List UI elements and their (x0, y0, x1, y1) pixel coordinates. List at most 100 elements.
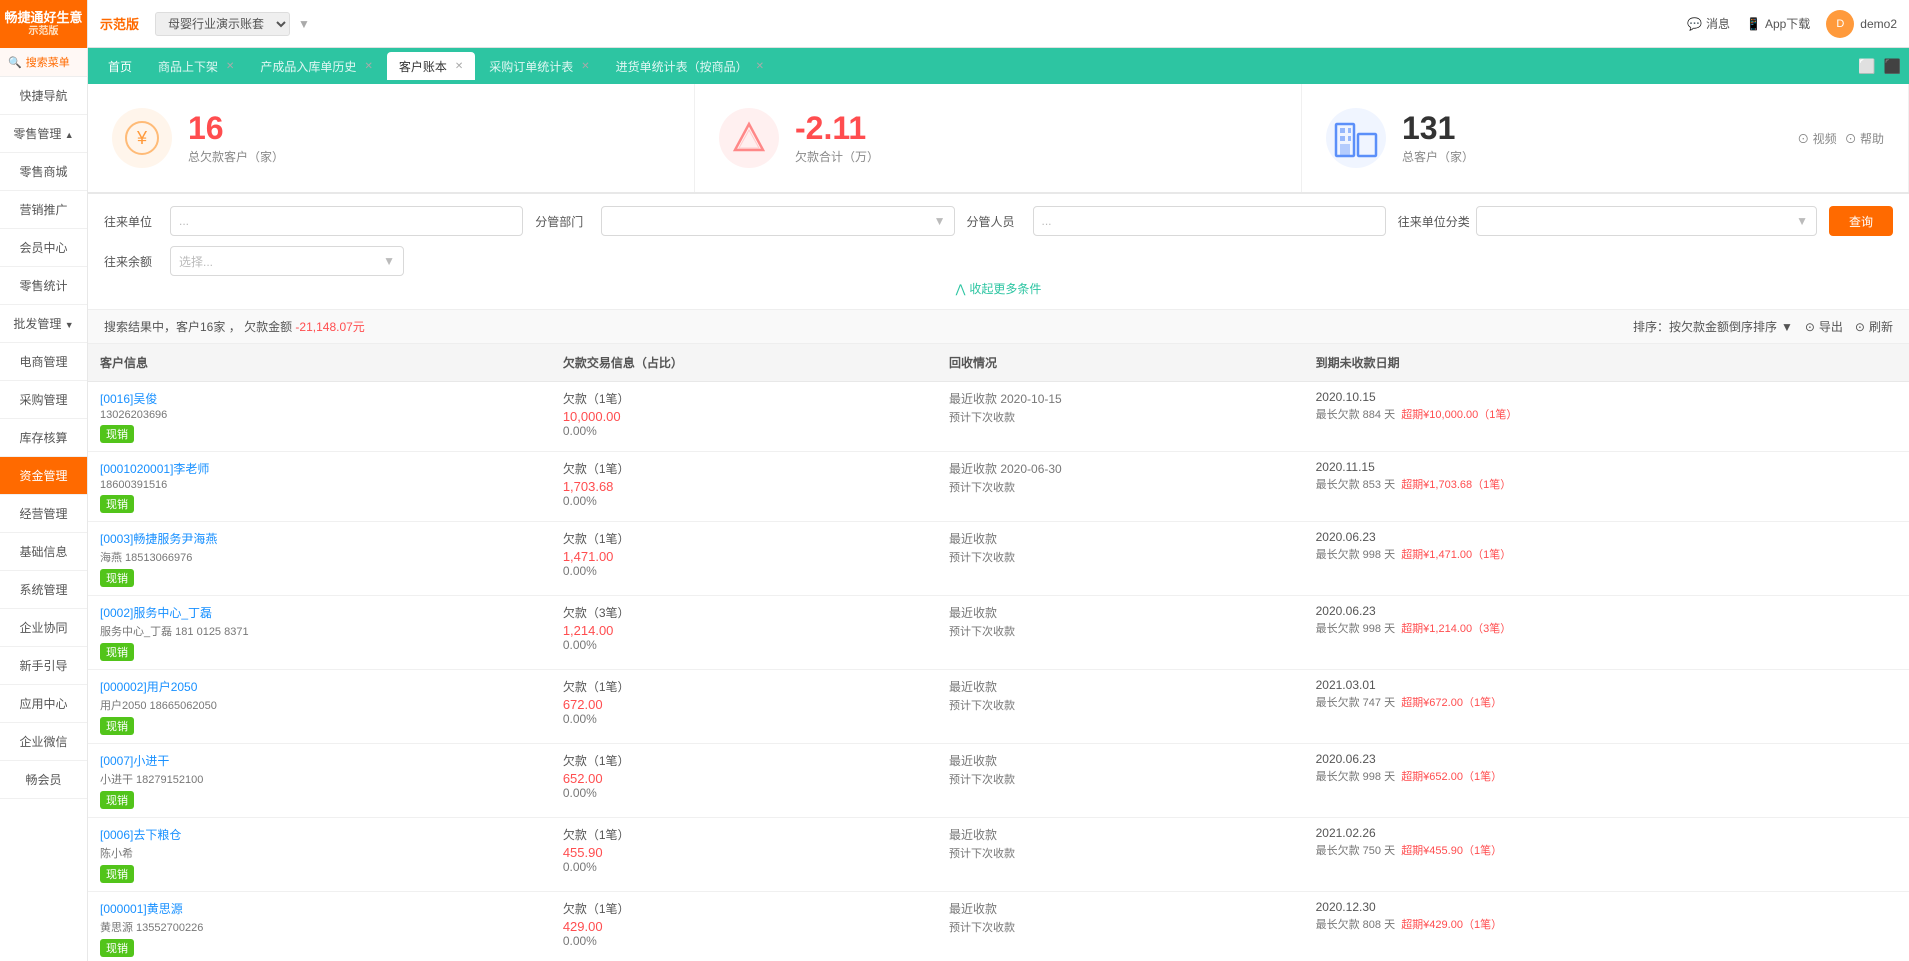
customer-name-1[interactable]: [0001020001]李老师 (100, 460, 539, 477)
due-date-7: 2020.12.30 (1316, 900, 1897, 914)
table-row: [0007]小进干 小进干 18279152100 现销 欠款（1笔） 652.… (88, 744, 1909, 818)
overdue-link-1[interactable]: 超期¥1,703.68（1笔） (1401, 479, 1511, 491)
cell-debt-1: 欠款（1笔） 1,703.68 0.00% (551, 452, 937, 522)
debt-count-0: 欠款（1笔） (563, 390, 925, 407)
debt-amount-6[interactable]: 455.90 (563, 845, 925, 860)
dept-select[interactable]: ▼ (601, 206, 954, 236)
sidebar-item-guide[interactable]: 新手引导 (0, 647, 87, 685)
overdue-days-4: 最长欠款 747 天 超期¥672.00（1笔） (1316, 694, 1897, 710)
stat-card-total-customers: 131 总客户（家） ⊙ 视频 ⊙ 帮助 (1302, 84, 1909, 192)
cell-customer-3: [0002]服务中心_丁磊 服务中心_丁磊 181 0125 8371 现销 (88, 596, 551, 670)
collapse-button[interactable]: ⋀ 收起更多条件 (956, 280, 1042, 297)
customer-name-2[interactable]: [0003]畅捷服务尹海燕 (100, 530, 539, 547)
sidebar-item-inventory[interactable]: 库存核算 (0, 419, 87, 457)
from-unit-label: 往来单位 (104, 213, 164, 230)
sidebar-search[interactable]: 🔍 搜索菜单 (0, 48, 87, 77)
sidebar-item-vip[interactable]: 畅会员 (0, 761, 87, 799)
cell-customer-7: [000001]黄思源 黄思源 13552700226 现销 (88, 892, 551, 961)
overdue-link-5[interactable]: 超期¥652.00（1笔） (1401, 771, 1502, 783)
message-btn[interactable]: 💬 消息 (1687, 15, 1730, 32)
sidebar-item-batch-mgmt[interactable]: 批发管理 ▼ (0, 305, 87, 343)
overdue-link-0[interactable]: 超期¥10,000.00（1笔） (1401, 409, 1517, 421)
tab-close-customer-account[interactable]: ✕ (455, 61, 463, 72)
app-download-btn[interactable]: 📱 App下载 (1746, 15, 1810, 32)
search-button[interactable]: 查询 (1829, 206, 1893, 236)
sidebar-item-system[interactable]: 系统管理 (0, 571, 87, 609)
recovery-date-7: 最近收款 (949, 900, 1292, 917)
sidebar-item-member[interactable]: 会员中心 (0, 229, 87, 267)
user-menu[interactable]: D demo2 (1826, 10, 1897, 38)
sidebar-item-operation[interactable]: 经营管理 (0, 495, 87, 533)
debt-ratio-6: 0.00% (563, 860, 925, 874)
sidebar-item-app-center[interactable]: 应用中心 (0, 685, 87, 723)
sidebar-item-retail-mgmt[interactable]: 零售管理 ▲ (0, 115, 87, 153)
customer-name-5[interactable]: [0007]小进干 (100, 752, 539, 769)
app-logo: 畅捷通好生意 示范版 (0, 0, 87, 48)
filter-from-unit: 往来单位 ... (104, 206, 523, 236)
debt-amount-1[interactable]: 1,703.68 (563, 479, 925, 494)
table-header-row: 客户信息 欠款交易信息（占比） 回收情况 到期未收款日期 (88, 344, 1909, 382)
cell-recovery-2: 最近收款 预计下次收款 (937, 522, 1304, 596)
help-btn[interactable]: ⊙ 帮助 (1845, 130, 1884, 147)
overdue-link-6[interactable]: 超期¥455.90（1笔） (1401, 845, 1502, 857)
tab-purchase-order[interactable]: 采购订单统计表 ✕ (477, 52, 601, 80)
sidebar-item-finance[interactable]: 资金管理 (0, 457, 87, 495)
refresh-button[interactable]: ⊙ 刷新 (1855, 318, 1893, 335)
tab-purchase-summary[interactable]: 进货单统计表（按商品） ✕ (604, 52, 776, 80)
dept-label: 分管部门 (535, 213, 595, 230)
debt-amount-0[interactable]: 10,000.00 (563, 409, 925, 424)
tab-product-history[interactable]: 产成品入库单历史 ✕ (248, 52, 384, 80)
person-input[interactable]: ... (1033, 206, 1386, 236)
stat-icon-debt: ¥ (112, 108, 172, 168)
cell-recovery-0: 最近收款 2020-10-15 预计下次收款 (937, 382, 1304, 452)
tab-product-shelf[interactable]: 商品上下架 ✕ (146, 52, 246, 80)
customer-name-0[interactable]: [0016]吴俊 (100, 390, 539, 407)
video-btn[interactable]: ⊙ 视频 (1797, 130, 1836, 147)
debt-amount-4[interactable]: 672.00 (563, 697, 925, 712)
industry-select[interactable]: 母婴行业演示账套 (155, 12, 290, 36)
topbar: 示范版 母婴行业演示账套 ▼ 💬 消息 📱 App下载 D demo2 (88, 0, 1909, 48)
sidebar-item-purchase-mgmt[interactable]: 采购管理 (0, 381, 87, 419)
customer-name-4[interactable]: [000002]用户2050 (100, 678, 539, 695)
stat-info-debt-total: -2.11 欠款合计（万） (795, 112, 879, 165)
sort-button[interactable]: 排序：按欠款金额倒序排序 ▼ (1633, 318, 1793, 335)
debt-amount-3[interactable]: 1,214.00 (563, 623, 925, 638)
debt-count-1: 欠款（1笔） (563, 460, 925, 477)
tab-close-product-history[interactable]: ✕ (364, 61, 372, 72)
tab-home[interactable]: 首页 (96, 52, 144, 80)
sidebar-item-retail-stat[interactable]: 零售统计 (0, 267, 87, 305)
overdue-link-4[interactable]: 超期¥672.00（1笔） (1401, 697, 1502, 709)
sidebar-item-enterprise[interactable]: 企业协同 (0, 609, 87, 647)
customer-name-3[interactable]: [0002]服务中心_丁磊 (100, 604, 539, 621)
overdue-link-2[interactable]: 超期¥1,471.00（1笔） (1401, 549, 1511, 561)
balance-select[interactable]: 选择... ▼ (170, 246, 404, 276)
maximize-icon[interactable]: ⬛ (1884, 58, 1901, 75)
sidebar-item-retail-mall[interactable]: 零售商城 (0, 153, 87, 191)
from-unit-input[interactable]: ... (170, 206, 523, 236)
unit-class-select[interactable]: ▼ (1476, 206, 1817, 236)
sidebar-item-wechat[interactable]: 企业微信 (0, 723, 87, 761)
restore-icon[interactable]: ⬜ (1858, 58, 1875, 75)
debt-amount-2[interactable]: 1,471.00 (563, 549, 925, 564)
cell-customer-5: [0007]小进干 小进干 18279152100 现销 (88, 744, 551, 818)
overdue-link-7[interactable]: 超期¥429.00（1笔） (1401, 919, 1502, 931)
debt-amount-5[interactable]: 652.00 (563, 771, 925, 786)
filter-person: 分管人员 ... (967, 206, 1386, 236)
debt-amount-7[interactable]: 429.00 (563, 919, 925, 934)
tab-close-product-shelf[interactable]: ✕ (226, 61, 234, 72)
sidebar-item-basic-info[interactable]: 基础信息 (0, 533, 87, 571)
cell-due-1: 2020.11.15 最长欠款 853 天 超期¥1,703.68（1笔） (1304, 452, 1909, 522)
tab-close-purchase-summary[interactable]: ✕ (756, 61, 764, 72)
sidebar-item-ecommerce[interactable]: 电商管理 (0, 343, 87, 381)
recovery-next-0: 预计下次收款 (949, 409, 1292, 425)
tab-close-purchase-order[interactable]: ✕ (581, 61, 589, 72)
tab-customer-account[interactable]: 客户账本 ✕ (387, 52, 475, 80)
result-actions: 排序：按欠款金额倒序排序 ▼ ⊙ 导出 ⊙ 刷新 (1633, 318, 1893, 335)
overdue-link-3[interactable]: 超期¥1,214.00（3笔） (1401, 623, 1511, 635)
customer-name-7[interactable]: [000001]黄思源 (100, 900, 539, 917)
sidebar-item-quick-nav[interactable]: 快捷导航 (0, 77, 87, 115)
export-button[interactable]: ⊙ 导出 (1805, 318, 1843, 335)
sidebar-item-marketing[interactable]: 营销推广 (0, 191, 87, 229)
phone-icon: 📱 (1746, 17, 1761, 31)
customer-name-6[interactable]: [0006]去下粮仓 (100, 826, 539, 843)
